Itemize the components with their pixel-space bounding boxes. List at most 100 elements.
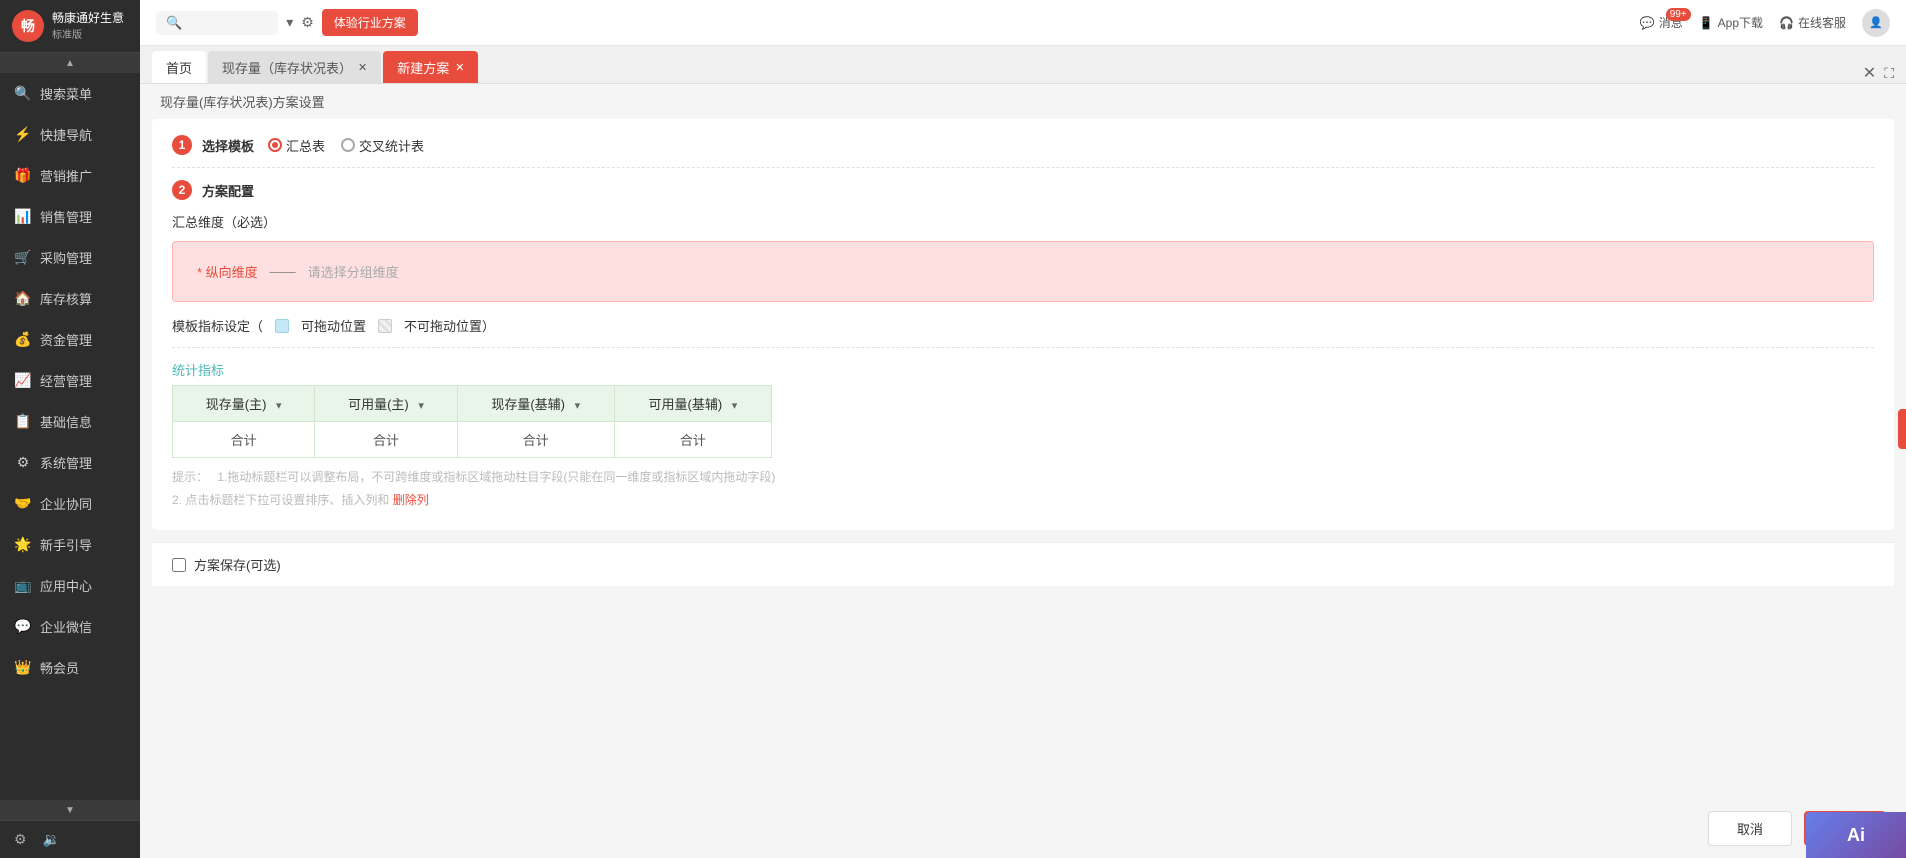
sidebar-item-label: 系统管理 bbox=[40, 453, 92, 472]
topbar-search-input[interactable] bbox=[188, 16, 268, 30]
main-area: 🔍 ▾ ⚙ 体验行业方案 💬 消息 99+ 📱 App下载 🎧 在线客服 👤 bbox=[140, 0, 1906, 858]
tip-2-link[interactable]: 删除列 bbox=[393, 493, 429, 507]
col-header-1[interactable]: 可用量(主) ▾ bbox=[315, 386, 457, 422]
sidebar-item-label: 基础信息 bbox=[40, 412, 92, 431]
apps-icon: 📺 bbox=[14, 577, 32, 595]
chevron-icon-3: ▾ bbox=[732, 400, 738, 412]
cell-1: 合计 bbox=[315, 422, 457, 458]
tab-inventory-close[interactable]: ✕ bbox=[358, 61, 367, 74]
sidebar-scroll-up[interactable]: ▲ bbox=[0, 53, 140, 73]
trial-button[interactable]: 体验行业方案 bbox=[322, 9, 418, 36]
sidebar-item-inventory[interactable]: 🏠 库存核算 bbox=[0, 278, 140, 319]
radio-cross-table[interactable]: 交叉统计表 bbox=[341, 136, 424, 155]
dimension-box[interactable]: * 纵向维度 —— 请选择分组维度 bbox=[172, 241, 1874, 302]
draggable-legend-label: 可拖动位置 bbox=[301, 316, 366, 335]
tip-2: 2. 点击标题栏下拉可设置排序、插入列和 删除列 bbox=[172, 491, 1874, 510]
panel-close-icon[interactable]: ✕ bbox=[1863, 63, 1876, 83]
headset-icon: 🎧 bbox=[1779, 16, 1794, 30]
sidebar-item-operations[interactable]: 📈 经营管理 bbox=[0, 360, 140, 401]
topbar-gear-icon[interactable]: ▾ bbox=[286, 14, 293, 31]
sidebar-item-marketing[interactable]: 🎁 营销推广 bbox=[0, 155, 140, 196]
app-download-button[interactable]: 📱 App下载 bbox=[1699, 14, 1763, 31]
metrics-setting-label: 模板指标设定（ bbox=[172, 316, 263, 335]
settings-icon[interactable]: ⚙ bbox=[14, 831, 27, 848]
sidebar-item-finance[interactable]: 💰 资金管理 bbox=[0, 319, 140, 360]
tab-new-scheme-close[interactable]: ✕ bbox=[455, 61, 464, 74]
metrics-setting-row: 模板指标设定（ 可拖动位置 不可拖动位置） bbox=[172, 316, 1874, 335]
bottom-bar: 取消 查询 bbox=[140, 799, 1906, 858]
radio-summary-circle[interactable] bbox=[268, 138, 282, 152]
marketing-icon: 🎁 bbox=[14, 167, 32, 185]
search-icon: 🔍 bbox=[14, 85, 32, 103]
user-menu-button[interactable]: 👤 bbox=[1862, 9, 1890, 37]
sidebar-item-search[interactable]: 🔍 搜索菜单 bbox=[0, 73, 140, 114]
ai-badge[interactable]: Ai bbox=[1806, 812, 1906, 858]
sidebar-item-newbie[interactable]: 🌟 新手引导 bbox=[0, 524, 140, 565]
radio-cross-circle[interactable] bbox=[341, 138, 355, 152]
radio-summary-table[interactable]: 汇总表 bbox=[268, 136, 325, 155]
basic-info-icon: 📋 bbox=[14, 413, 32, 431]
tab-new-scheme[interactable]: 新建方案 ✕ bbox=[383, 51, 478, 83]
chevron-icon-1: ▾ bbox=[418, 400, 424, 412]
sidebar-item-label: 新手引导 bbox=[40, 535, 92, 554]
newbie-icon: 🌟 bbox=[14, 536, 32, 554]
inventory-icon: 🏠 bbox=[14, 290, 32, 308]
cancel-button[interactable]: 取消 bbox=[1708, 811, 1792, 846]
table-section-title: 统计指标 bbox=[172, 360, 1874, 379]
sidebar-item-member[interactable]: 👑 畅会员 bbox=[0, 647, 140, 688]
tip-2-text: 2. 点击标题栏下拉可设置排序、插入列和 bbox=[172, 493, 389, 507]
sidebar-item-purchase[interactable]: 🛒 采购管理 bbox=[0, 237, 140, 278]
col-header-3[interactable]: 可用量(基辅) ▾ bbox=[614, 386, 771, 422]
cell-2: 合计 bbox=[457, 422, 614, 458]
table-row: 合计 合计 合计 合计 bbox=[173, 422, 772, 458]
tab-new-scheme-label: 新建方案 bbox=[397, 58, 449, 77]
col-header-0[interactable]: 现存量(主) ▾ bbox=[173, 386, 315, 422]
sidebar-item-label: 销售管理 bbox=[40, 207, 92, 226]
step1-label: 选择模板 bbox=[202, 136, 254, 155]
sidebar-item-label: 应用中心 bbox=[40, 576, 92, 595]
topbar-left: 🔍 ▾ ⚙ 体验行业方案 bbox=[156, 9, 1628, 36]
messages-button[interactable]: 💬 消息 99+ bbox=[1640, 14, 1683, 31]
sidebar-item-sales[interactable]: 📊 销售管理 bbox=[0, 196, 140, 237]
sidebar-item-quicknav[interactable]: ⚡ 快捷导航 bbox=[0, 114, 140, 155]
chevron-icon-2: ▾ bbox=[575, 400, 581, 412]
radio-cross-label: 交叉统计表 bbox=[359, 136, 424, 155]
sidebar-item-basic-info[interactable]: 📋 基础信息 bbox=[0, 401, 140, 442]
topbar-search-box[interactable]: 🔍 bbox=[156, 11, 278, 35]
customer-service-button[interactable]: 🎧 在线客服 bbox=[1779, 14, 1846, 31]
cell-0: 合计 bbox=[173, 422, 315, 458]
step2-label: 方案配置 bbox=[202, 181, 254, 200]
save-label: 方案保存(可选) bbox=[194, 555, 281, 574]
col-header-2[interactable]: 现存量(基辅) ▾ bbox=[457, 386, 614, 422]
tips-area: 提示： 1.拖动标题栏可以调整布局，不可跨维度或指标区域拖动柱目字段(只能在同一… bbox=[172, 468, 1874, 510]
volume-icon[interactable]: 🔉 bbox=[43, 831, 60, 848]
sidebar-scroll-down[interactable]: ▼ bbox=[0, 800, 140, 820]
sidebar-item-label: 畅会员 bbox=[40, 658, 79, 677]
sidebar-item-label: 企业微信 bbox=[40, 617, 92, 636]
draggable-legend-box bbox=[275, 319, 289, 333]
tab-home-label: 首页 bbox=[166, 58, 192, 77]
tip-1-text: 1.拖动标题栏可以调整布局，不可跨维度或指标区域拖动柱目字段(只能在同一维度或指… bbox=[217, 470, 775, 484]
message-icon: 💬 bbox=[1640, 16, 1655, 30]
content-area: 现存量(库存状况表)方案设置 1 选择模板 汇总表 交叉统计表 bbox=[140, 84, 1906, 799]
right-edge-handle[interactable] bbox=[1898, 409, 1906, 449]
save-row: 方案保存(可选) bbox=[152, 542, 1894, 586]
tab-inventory[interactable]: 现存量（库存状况表） ✕ bbox=[208, 51, 381, 83]
sidebar-item-label: 营销推广 bbox=[40, 166, 92, 185]
save-checkbox[interactable] bbox=[172, 558, 186, 572]
dim-placeholder: 请选择分组维度 bbox=[308, 262, 399, 281]
sidebar-item-system[interactable]: ⚙ 系统管理 bbox=[0, 442, 140, 483]
panel-expand-icon[interactable]: ⛶ bbox=[1884, 65, 1894, 82]
metrics-table: 现存量(主) ▾ 可用量(主) ▾ 现存量(基辅) ▾ bbox=[172, 385, 772, 458]
sidebar-item-apps[interactable]: 📺 应用中心 bbox=[0, 565, 140, 606]
topbar-settings-icon[interactable]: ⚙ bbox=[301, 14, 314, 31]
sidebar-item-enterprise[interactable]: 🤝 企业协同 bbox=[0, 483, 140, 524]
finance-icon: 💰 bbox=[14, 331, 32, 349]
sidebar-item-label: 经营管理 bbox=[40, 371, 92, 390]
sidebar-item-label: 库存核算 bbox=[40, 289, 92, 308]
tab-home[interactable]: 首页 bbox=[152, 51, 206, 83]
sidebar-item-wechat[interactable]: 💬 企业微信 bbox=[0, 606, 140, 647]
step2-row: 2 方案配置 bbox=[172, 180, 1874, 200]
logo-icon: 畅 bbox=[12, 10, 44, 42]
ai-label: Ai bbox=[1847, 825, 1865, 846]
